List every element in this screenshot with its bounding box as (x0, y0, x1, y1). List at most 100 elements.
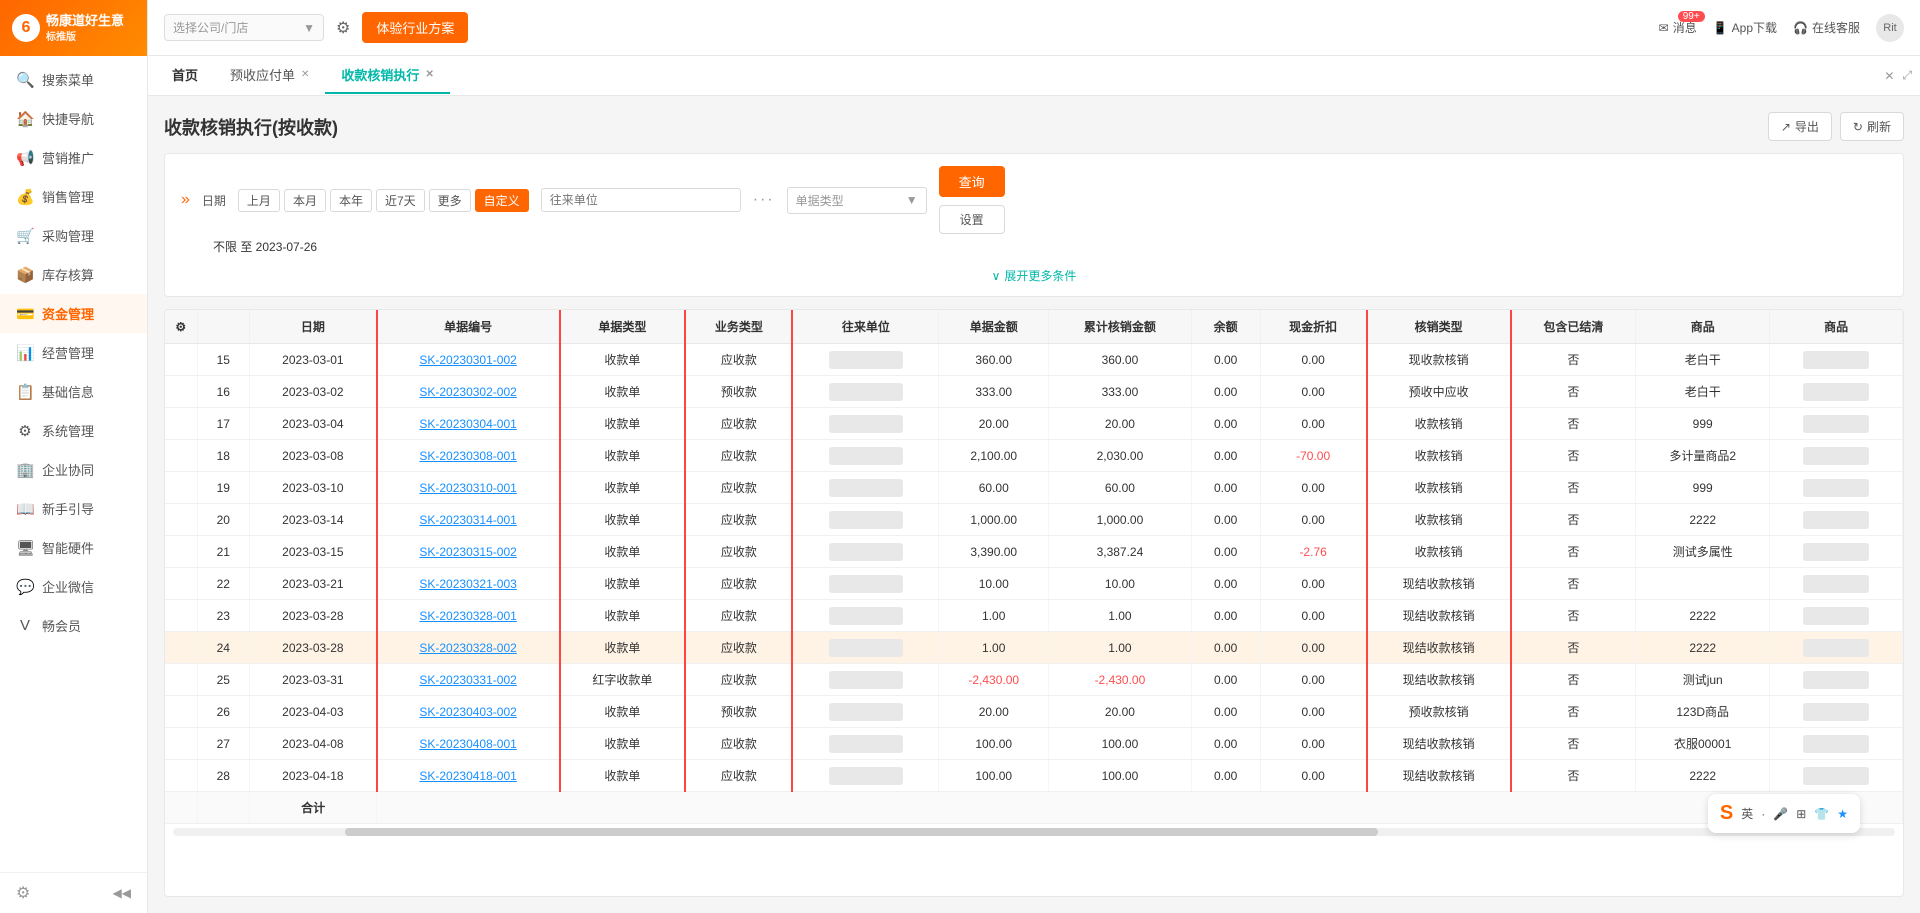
doc-no-link[interactable]: SK-20230408-001 (419, 737, 516, 751)
doc-no-link[interactable]: SK-20230308-001 (419, 449, 516, 463)
cell-doc-type: 收款单 (560, 472, 686, 504)
doc-no-link[interactable]: SK-20230301-002 (419, 353, 516, 367)
doc-no-link[interactable]: SK-20230328-002 (419, 641, 516, 655)
tab-prepay[interactable]: 预收应付单 ✕ (214, 57, 325, 94)
tab-expand-icon[interactable]: ⤢ (1902, 68, 1912, 83)
col-writeoff-amount: 累计核销金额 (1049, 310, 1192, 344)
doc-no-link[interactable]: SK-20230310-001 (419, 481, 516, 495)
cell-writeoff-amount: 1.00 (1049, 600, 1192, 632)
doc-no-link[interactable]: SK-20230315-002 (419, 545, 516, 559)
sidebar-item-wechat[interactable]: 💬企业微信 (0, 567, 147, 606)
main-area: 选择公司/门店 ▼ ⚙ 体验行业方案 ✉ 消息 99+ 📱 App下载 🎧 在线… (148, 0, 1920, 913)
date-btn-custom[interactable]: 自定义 (475, 189, 529, 212)
cell-date: 2023-03-02 (250, 376, 377, 408)
app-download-button[interactable]: 📱 App下载 (1713, 19, 1777, 36)
table-scrollbar[interactable] (173, 828, 1895, 836)
col-date: 日期 (250, 310, 377, 344)
sidebar-logo: 6 畅康道好生意 标推版 (0, 0, 147, 56)
sidebar-item-finance[interactable]: 💳资金管理 (0, 294, 147, 333)
guide-icon: 📖 (16, 500, 34, 518)
tab-collection-close[interactable]: ✕ (425, 69, 433, 80)
expand-arrows-icon[interactable]: » (181, 191, 190, 209)
topbar: 选择公司/门店 ▼ ⚙ 体验行业方案 ✉ 消息 99+ 📱 App下载 🎧 在线… (148, 0, 1920, 56)
cell-settings (165, 376, 197, 408)
footer-empty2 (377, 792, 1903, 824)
star-icon[interactable]: ★ (1837, 807, 1848, 821)
cell-cash-discount: 0.00 (1260, 504, 1367, 536)
doc-no-link[interactable]: SK-20230321-003 (419, 577, 516, 591)
english-icon[interactable]: 英 (1741, 805, 1753, 822)
sidebar-item-sales[interactable]: 💰销售管理 (0, 177, 147, 216)
doc-no-link[interactable]: SK-20230331-002 (419, 673, 516, 687)
cell-writeoff-type: 现结收款核销 (1367, 664, 1511, 696)
cell-no: 17 (197, 408, 250, 440)
cell-partner: ████ (792, 728, 938, 760)
message-icon: ✉ (1659, 21, 1669, 35)
table-scrollbar-thumb (345, 828, 1378, 836)
sidebar-item-quicknav[interactable]: 🏠快捷导航 (0, 99, 147, 138)
sidebar-item-enterprise[interactable]: 🏢企业协同 (0, 450, 147, 489)
sidebar-item-guide[interactable]: 📖新手引导 (0, 489, 147, 528)
cell-include-settled: 否 (1511, 344, 1636, 376)
table-row: 16 2023-03-02 SK-20230302-002 收款单 预收款 ██… (165, 376, 1903, 408)
tab-home-label: 首页 (172, 65, 198, 84)
col-settings[interactable]: ⚙ (165, 310, 197, 344)
settings-icon[interactable]: ⚙ (16, 883, 30, 903)
sidebar-item-label-enterprise: 企业协同 (42, 460, 94, 479)
date-btn-more[interactable]: 更多 (429, 189, 471, 212)
tab-collection-label: 收款核销执行 (341, 65, 419, 84)
sidebar-item-vip[interactable]: V畅会员 (0, 606, 147, 645)
cell-cash-discount: 0.00 (1260, 472, 1367, 504)
grid-icon[interactable]: ⊞ (1796, 807, 1806, 821)
footer-label: 合计 (250, 792, 377, 824)
sidebar-item-marketing[interactable]: 📢营销推广 (0, 138, 147, 177)
doc-no-link[interactable]: SK-20230304-001 (419, 417, 516, 431)
topbar-gear-icon[interactable]: ⚙ (336, 18, 350, 38)
doc-no-link[interactable]: SK-20230314-001 (419, 513, 516, 527)
doc-no-link[interactable]: SK-20230302-002 (419, 385, 516, 399)
cell-no: 20 (197, 504, 250, 536)
company-select[interactable]: 选择公司/门店 ▼ (164, 14, 324, 41)
date-btn-last-month[interactable]: 上月 (238, 189, 280, 212)
cell-amount: 100.00 (939, 760, 1049, 792)
cell-partner: ████ (792, 408, 938, 440)
tab-home[interactable]: 首页 (156, 57, 214, 94)
mic-icon[interactable]: 🎤 (1773, 807, 1788, 821)
receipt-type-select[interactable]: 单据类型 ▼ (787, 187, 927, 214)
doc-no-link[interactable]: SK-20230328-001 (419, 609, 516, 623)
dropdown-icon: ▼ (303, 21, 315, 35)
query-button[interactable]: 查询 (939, 166, 1005, 197)
sidebar-item-inventory[interactable]: 📦库存核算 (0, 255, 147, 294)
user-avatar[interactable]: Rit (1876, 14, 1904, 42)
sidebar-item-basic[interactable]: 📋基础信息 (0, 372, 147, 411)
date-btn-this-month[interactable]: 本月 (284, 189, 326, 212)
doc-no-link[interactable]: SK-20230418-001 (419, 769, 516, 783)
tab-close-all-icon[interactable]: ✕ (1884, 69, 1894, 83)
cell-amount: 10.00 (939, 568, 1049, 600)
sidebar-item-search[interactable]: 🔍搜索菜单 (0, 60, 147, 99)
setting-button[interactable]: 设置 (939, 205, 1005, 234)
sidebar-item-operations[interactable]: 📊经营管理 (0, 333, 147, 372)
date-btn-7days[interactable]: 近7天 (376, 189, 425, 212)
solution-button[interactable]: 体验行业方案 (362, 12, 468, 43)
shirt-icon[interactable]: 👕 (1814, 807, 1829, 821)
tab-prepay-close[interactable]: ✕ (301, 69, 309, 80)
message-button[interactable]: ✉ 消息 99+ (1659, 19, 1697, 36)
cell-partner: ████ (792, 472, 938, 504)
refresh-button[interactable]: ↻ 刷新 (1840, 112, 1904, 141)
doc-no-link[interactable]: SK-20230403-002 (419, 705, 516, 719)
partner-filter-input[interactable] (541, 188, 741, 212)
export-button[interactable]: ↗ 导出 (1768, 112, 1832, 141)
collapse-icon[interactable]: ◀◀ (113, 886, 131, 900)
sidebar-item-system[interactable]: ⚙系统管理 (0, 411, 147, 450)
table-row: 22 2023-03-21 SK-20230321-003 收款单 应收款 ██… (165, 568, 1903, 600)
sidebar-item-purchase[interactable]: 🛒采购管理 (0, 216, 147, 255)
cell-include-settled: 否 (1511, 760, 1636, 792)
cell-balance: 0.00 (1191, 536, 1260, 568)
expand-more-btn[interactable]: ∨ 展开更多条件 (992, 267, 1077, 284)
date-btn-this-year[interactable]: 本年 (330, 189, 372, 212)
tab-collection[interactable]: 收款核销执行 ✕ (325, 57, 449, 94)
online-service-button[interactable]: 🎧 在线客服 (1793, 19, 1860, 36)
sidebar-item-hardware[interactable]: 🖥智能硬件 (0, 528, 147, 567)
sidebar-item-label-finance: 资金管理 (42, 304, 94, 323)
